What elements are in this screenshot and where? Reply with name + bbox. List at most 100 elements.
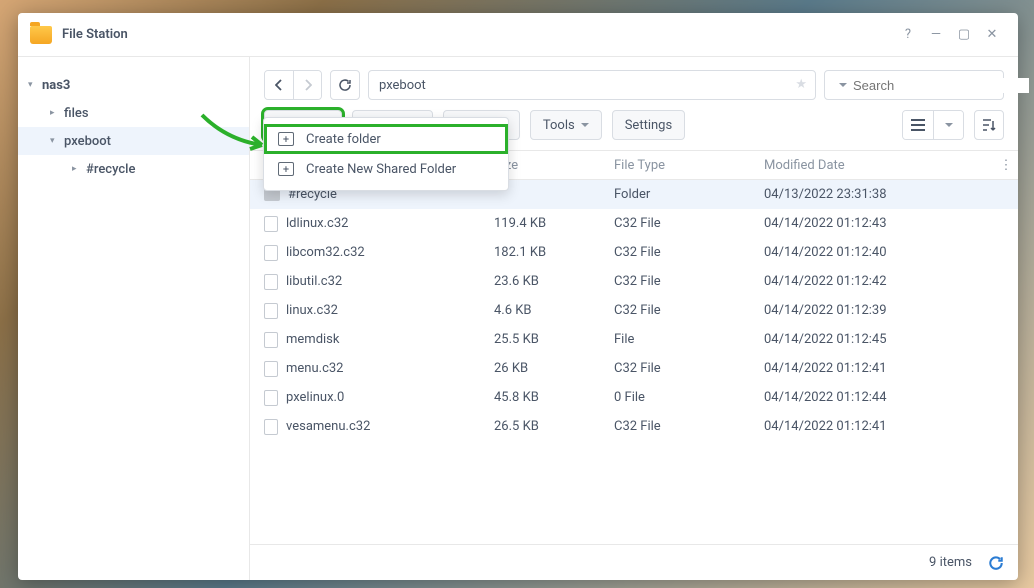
file-date: 04/13/2022 23:31:38 [764,187,994,202]
list-view-button[interactable] [903,111,933,139]
create-shared-folder-item[interactable]: + Create New Shared Folder [264,154,508,184]
create-folder-item[interactable]: + Create folder [264,124,508,154]
chevron-left-icon [275,79,283,91]
forward-button[interactable] [293,71,321,99]
file-date: 04/14/2022 01:12:43 [764,216,994,231]
sort-icon [982,119,996,131]
file-size: 119.4 KB [494,216,614,231]
create-folder-icon: + [278,162,294,176]
file-name: libcom32.c32 [286,245,365,260]
tree-item-pxeboot[interactable]: ▾ pxeboot [18,127,249,155]
minimize-icon[interactable]: — [922,21,950,49]
file-name: linux.c32 [286,303,338,318]
chevron-right-icon: ▸ [50,108,64,118]
file-name: memdisk [286,332,340,347]
chevron-right-icon [304,79,312,91]
table-row[interactable]: vesamenu.c3226.5 KBC32 File04/14/2022 01… [250,412,1018,441]
file-name: pxelinux.0 [286,390,344,405]
column-menu-icon[interactable]: ⋮ [994,158,1018,173]
file-icon [264,216,278,232]
file-type: C32 File [614,245,764,260]
sort-button[interactable] [974,110,1004,140]
chevron-down-icon: ▾ [50,136,64,146]
tree-item-recycle[interactable]: ▸ #recycle [18,155,249,183]
col-date[interactable]: Modified Date [764,158,994,173]
table-row[interactable]: linux.c324.6 KBC32 File04/14/2022 01:12:… [250,296,1018,325]
refresh-icon [338,78,352,92]
file-date: 04/14/2022 01:12:42 [764,274,994,289]
view-dropdown-button[interactable] [933,111,963,139]
app-icon [30,26,52,44]
file-size: 26.5 KB [494,419,614,434]
file-icon [264,245,278,261]
path-input[interactable]: pxeboot ★ [368,70,816,100]
file-size: 45.8 KB [494,390,614,405]
tree-item-files[interactable]: ▸ files [18,99,249,127]
file-icon [264,361,278,377]
table-row[interactable]: libutil.c32 23.6 KBC32 File04/14/2022 01:… [250,267,1018,296]
file-type: C32 File [614,303,764,318]
settings-button[interactable]: Settings [612,110,685,140]
file-name: vesamenu.c32 [286,419,370,434]
create-folder-icon: + [278,132,294,146]
file-type: C32 File [614,274,764,289]
file-icon [264,419,278,435]
file-size: 26 KB [494,361,614,376]
file-type: C32 File [614,361,764,376]
list-icon [911,119,925,131]
file-date: 04/14/2022 01:12:40 [764,245,994,260]
col-type[interactable]: File Type [614,158,764,173]
refresh-button[interactable] [330,70,360,100]
table-row[interactable]: memdisk 25.5 KBFile04/14/2022 01:12:45 [250,325,1018,354]
search-input[interactable] [853,78,1029,93]
file-size: 182.1 KB [494,245,614,260]
chevron-down-icon [581,123,589,127]
file-type: 0 File [614,390,764,405]
file-name: menu.c32 [286,361,343,376]
search-chevron-icon [839,83,847,87]
view-mode-group [902,110,964,140]
star-icon[interactable]: ★ [795,77,807,92]
file-icon [264,303,278,319]
file-type: File [614,332,764,347]
table-row[interactable]: ldlinux.c32119.4 KBC32 File04/14/2022 01… [250,209,1018,238]
file-date: 04/14/2022 01:12:41 [764,361,994,376]
item-count: 9 items [929,555,972,570]
chevron-down-icon [945,123,953,127]
tree-root[interactable]: ▾ nas3 [18,71,249,99]
search-box[interactable] [824,70,1004,100]
table-row[interactable]: pxelinux.0 45.8 KB0 File04/14/2022 01:12:… [250,383,1018,412]
file-icon [264,274,278,290]
statusbar: 9 items [250,544,1018,580]
file-table: Name Size File Type Modified Date ⋮ #rec… [250,150,1018,544]
app-window: File Station ? — ▢ ✕ ▾ nas3 ▸ files ▾ px… [18,13,1018,580]
file-date: 04/14/2022 01:12:44 [764,390,994,405]
nav-toolbar: pxeboot ★ [250,57,1018,100]
table-row[interactable]: libcom32.c32 182.1 KBC32 File04/14/2022 0… [250,238,1018,267]
table-body: #recycleFolder04/13/2022 23:31:38ldlinux… [250,180,1018,441]
chevron-right-icon: ▸ [72,164,86,174]
create-dropdown: + Create folder + Create New Shared Fold… [263,117,509,191]
file-size: 4.6 KB [494,303,614,318]
close-icon[interactable]: ✕ [978,21,1006,49]
file-type: Folder [614,187,764,202]
file-icon [264,332,278,348]
chevron-down-icon: ▾ [28,80,42,90]
file-name: libutil.c32 [286,274,342,289]
file-type: C32 File [614,419,764,434]
file-name: ldlinux.c32 [286,216,348,231]
table-row[interactable]: menu.c32 26 KBC32 File04/14/2022 01:12:41 [250,354,1018,383]
file-icon [264,390,278,406]
maximize-icon[interactable]: ▢ [950,21,978,49]
sidebar: ▾ nas3 ▸ files ▾ pxeboot ▸ #recycle [18,57,250,580]
file-size: 23.6 KB [494,274,614,289]
col-size[interactable]: Size [494,158,614,173]
refresh-icon[interactable] [988,555,1004,571]
file-date: 04/14/2022 01:12:45 [764,332,994,347]
help-icon[interactable]: ? [894,21,922,49]
tools-button[interactable]: Tools [530,110,602,140]
titlebar: File Station ? — ▢ ✕ [18,13,1018,57]
back-button[interactable] [265,71,293,99]
file-size: 25.5 KB [494,332,614,347]
app-title: File Station [62,27,128,42]
